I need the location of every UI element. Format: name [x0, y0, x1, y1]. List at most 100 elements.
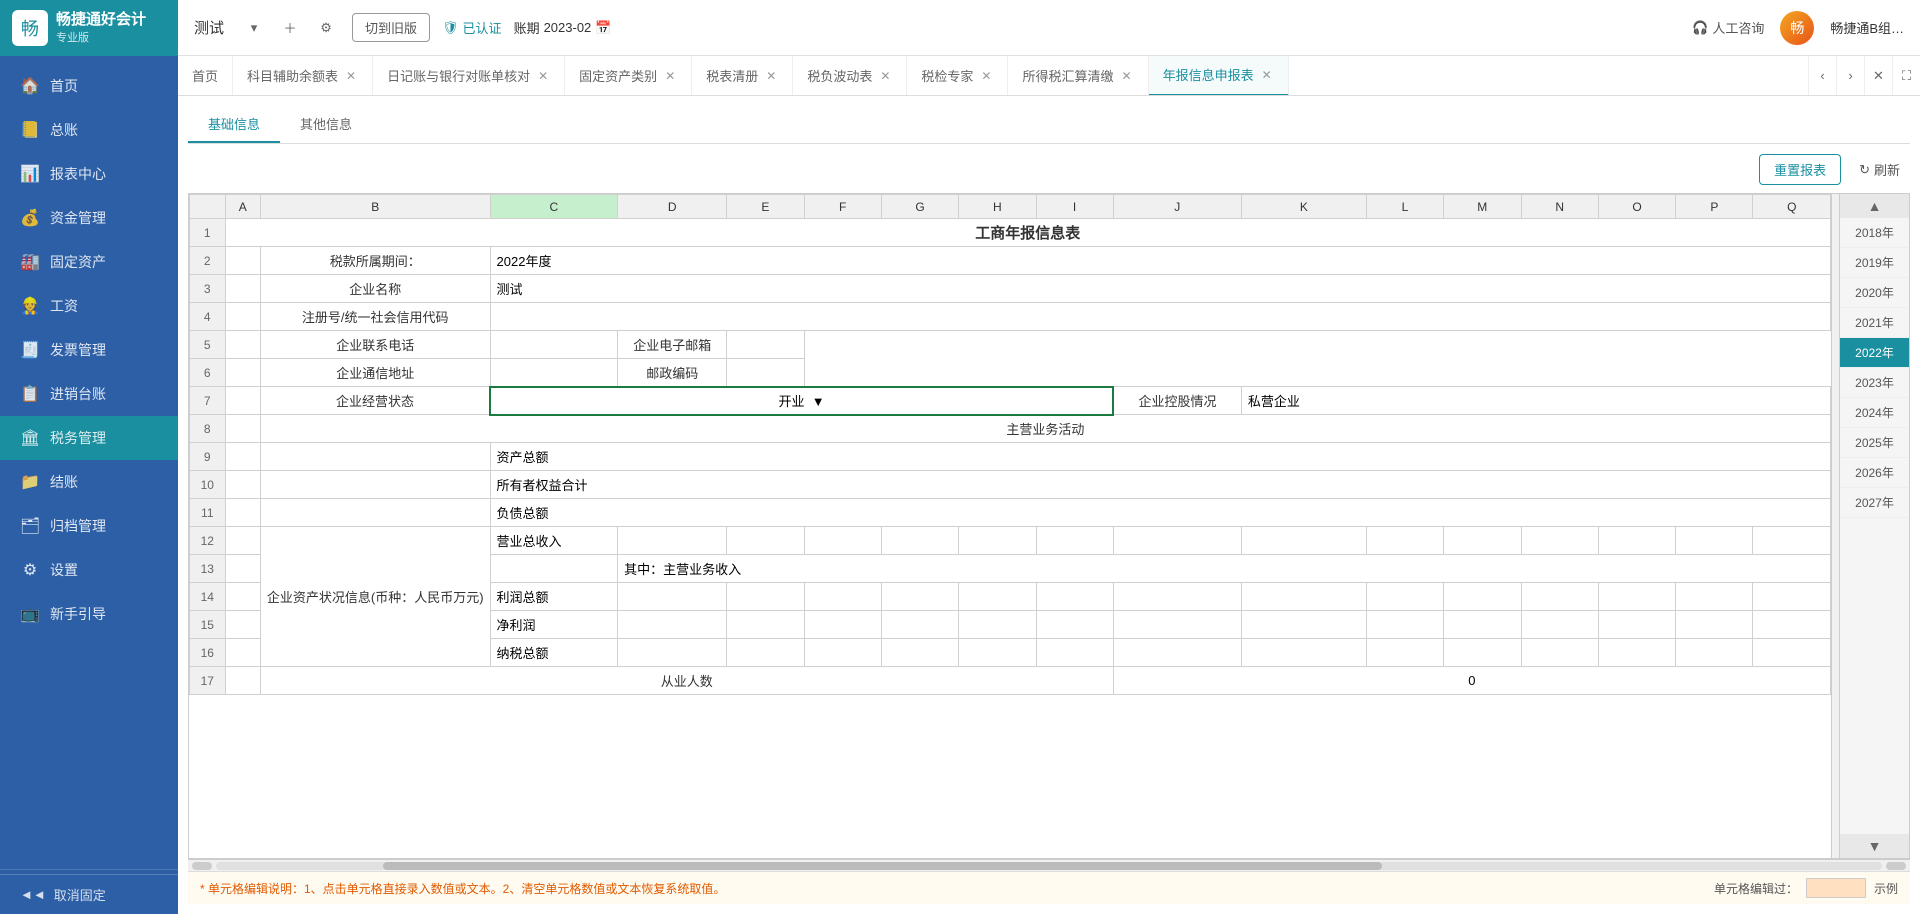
- cell-12-D[interactable]: [618, 527, 727, 555]
- sidebar-item-发票管理[interactable]: 🧾发票管理: [0, 328, 178, 372]
- sidebar-item-报表中心[interactable]: 📊报表中心: [0, 152, 178, 196]
- year-item-2027年[interactable]: 2027年: [1840, 488, 1909, 518]
- tab-close-btn[interactable]: ✕: [878, 67, 892, 85]
- sidebar-item-首页[interactable]: 🏠首页: [0, 64, 178, 108]
- cell-12-G[interactable]: [881, 527, 958, 555]
- sidebar-item-归档管理[interactable]: 🗂归档管理: [0, 504, 178, 548]
- service-btn[interactable]: 🎧 人工咨询: [1692, 18, 1764, 37]
- sidebar-item-工资[interactable]: 👷工资: [0, 284, 178, 328]
- cell-16-L[interactable]: [1366, 639, 1443, 667]
- cell-12-I[interactable]: [1036, 527, 1113, 555]
- tab-税检专家[interactable]: 税检专家 ✕: [907, 56, 1008, 96]
- cell-6-B[interactable]: 企业通信地址: [260, 359, 490, 387]
- year-item-2024年[interactable]: 2024年: [1840, 398, 1909, 428]
- tab-close-all-btn[interactable]: ✕: [1864, 56, 1892, 96]
- cell-14-Q[interactable]: [1753, 583, 1831, 611]
- calendar-icon[interactable]: 📅: [595, 20, 611, 36]
- tab-nav-right-btn[interactable]: ›: [1836, 56, 1864, 96]
- cell-12-K[interactable]: [1241, 527, 1366, 555]
- tab-日记账与银行对账单核对[interactable]: 日记账与银行对账单核对 ✕: [373, 56, 565, 96]
- cell-12-F[interactable]: [804, 527, 881, 555]
- reset-report-btn[interactable]: 重置报表: [1759, 154, 1841, 185]
- cell-14-E[interactable]: [727, 583, 804, 611]
- cell-8-B[interactable]: 主营业务活动: [260, 415, 1830, 443]
- cell-15-N[interactable]: [1521, 611, 1598, 639]
- cell-15-D[interactable]: [618, 611, 727, 639]
- refresh-btn[interactable]: ↻ 刷新: [1849, 155, 1910, 184]
- sidebar-item-税务管理[interactable]: 🏛税务管理: [0, 416, 178, 460]
- switch-to-old-btn[interactable]: 切到旧版: [352, 13, 430, 42]
- cell-12-P[interactable]: [1676, 527, 1753, 555]
- user-avatar[interactable]: 畅: [1780, 11, 1814, 45]
- dropdown-arrow[interactable]: ▼: [812, 394, 825, 409]
- cell-12-N[interactable]: [1521, 527, 1598, 555]
- tab-税表清册[interactable]: 税表清册 ✕: [692, 56, 793, 96]
- cell-12-L[interactable]: [1366, 527, 1443, 555]
- cell-12-Q[interactable]: [1753, 527, 1831, 555]
- cell-4-B[interactable]: 注册号/统一社会信用代码: [260, 303, 490, 331]
- cell-7-K[interactable]: 私营企业: [1241, 387, 1830, 415]
- tab-expand-btn[interactable]: ⛶: [1892, 56, 1920, 96]
- cell-16-J[interactable]: [1113, 639, 1241, 667]
- sidebar-item-资金管理[interactable]: 💰资金管理: [0, 196, 178, 240]
- year-item-2020年[interactable]: 2020年: [1840, 278, 1909, 308]
- sidebar-item-结账[interactable]: 📁结账: [0, 460, 178, 504]
- cell-5-J[interactable]: 企业电子邮箱: [618, 331, 727, 359]
- cell-14-I[interactable]: [1036, 583, 1113, 611]
- cell-15-K[interactable]: [1241, 611, 1366, 639]
- cell-17-J[interactable]: 0: [1113, 667, 1830, 695]
- cell-3-C[interactable]: 测试: [490, 275, 1830, 303]
- subtab-其他信息[interactable]: 其他信息: [280, 106, 372, 143]
- cell-16-I[interactable]: [1036, 639, 1113, 667]
- spreadsheet-vscroll[interactable]: [1831, 194, 1839, 858]
- cell-14-M[interactable]: [1444, 583, 1521, 611]
- cell-16-N[interactable]: [1521, 639, 1598, 667]
- cell-14-K[interactable]: [1241, 583, 1366, 611]
- cell-16-H[interactable]: [959, 639, 1036, 667]
- tab-close-btn[interactable]: ✕: [1260, 66, 1274, 84]
- cell-16-F[interactable]: [804, 639, 881, 667]
- year-item-2025年[interactable]: 2025年: [1840, 428, 1909, 458]
- year-item-2019年[interactable]: 2019年: [1840, 248, 1909, 278]
- cell-16-E[interactable]: [727, 639, 804, 667]
- year-item-2021年[interactable]: 2021年: [1840, 308, 1909, 338]
- tab-固定资产类别[interactable]: 固定资产类别 ✕: [565, 56, 692, 96]
- tab-nav-left-btn[interactable]: ‹: [1808, 56, 1836, 96]
- sidebar-item-总账[interactable]: 📒总账: [0, 108, 178, 152]
- cell-14-G[interactable]: [881, 583, 958, 611]
- tab-close-btn[interactable]: ✕: [663, 67, 677, 85]
- cell-14-H[interactable]: [959, 583, 1036, 611]
- cell-12-H[interactable]: [959, 527, 1036, 555]
- cell-2-C[interactable]: 2022年度: [490, 247, 1830, 275]
- year-item-2023年[interactable]: 2023年: [1840, 368, 1909, 398]
- cell-12-J[interactable]: [1113, 527, 1241, 555]
- tab-年报信息申报表[interactable]: 年报信息申报表 ✕: [1149, 56, 1289, 96]
- year-item-2022年[interactable]: 2022年: [1840, 338, 1909, 368]
- sidebar-item-新手引导[interactable]: 📺新手引导: [0, 592, 178, 636]
- sidebar-item-设置[interactable]: ⚙设置: [0, 548, 178, 592]
- cell-14-O[interactable]: [1598, 583, 1675, 611]
- year-item-2018年[interactable]: 2018年: [1840, 218, 1909, 248]
- settings-btn[interactable]: ⚙: [312, 14, 340, 42]
- cell-4-C[interactable]: [490, 303, 1830, 331]
- cell-15-G[interactable]: [881, 611, 958, 639]
- cell-15-I[interactable]: [1036, 611, 1113, 639]
- tab-close-btn[interactable]: ✕: [344, 67, 358, 85]
- hscroll-bar[interactable]: [188, 859, 1910, 871]
- cell-16-G[interactable]: [881, 639, 958, 667]
- cell-5-B[interactable]: 企业联系电话: [260, 331, 490, 359]
- cell-16-M[interactable]: [1444, 639, 1521, 667]
- cell-7-C[interactable]: 开业 ▼: [490, 387, 1113, 415]
- cell-15-P[interactable]: [1676, 611, 1753, 639]
- cell-12-M[interactable]: [1444, 527, 1521, 555]
- spreadsheet-main[interactable]: ABCDEFGHIJKLMNOPQ1工商年报信息表2税款所属期间：2022年度3…: [189, 194, 1831, 858]
- cell-15-L[interactable]: [1366, 611, 1443, 639]
- year-nav-up-btn[interactable]: ▲: [1840, 194, 1909, 218]
- cell-10-C[interactable]: 所有者权益合计: [490, 471, 1830, 499]
- cell-15-F[interactable]: [804, 611, 881, 639]
- tab-所得税汇算清缴[interactable]: 所得税汇算清缴 ✕: [1008, 56, 1148, 96]
- tab-close-btn[interactable]: ✕: [1120, 67, 1134, 85]
- cell-9-C[interactable]: 资产总额: [490, 443, 1830, 471]
- tab-科目辅助余额表[interactable]: 科目辅助余额表 ✕: [233, 56, 373, 96]
- tab-close-btn[interactable]: ✕: [764, 67, 778, 85]
